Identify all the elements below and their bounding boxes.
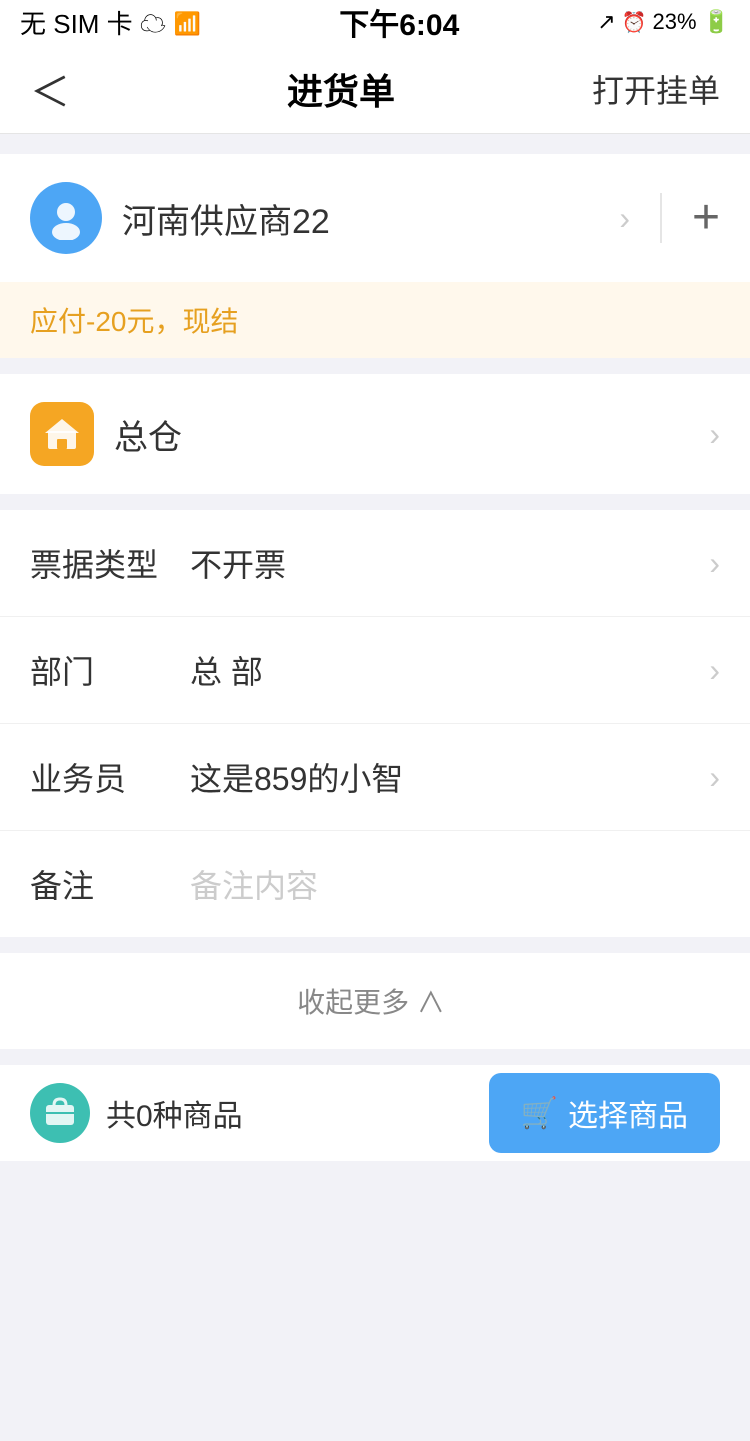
supplier-avatar [30, 182, 102, 254]
form-label-invoice: 票据类型 [30, 540, 170, 586]
status-bar: 无 SIM 卡 ☁ 下午6:04 23% 🔋 [0, 0, 750, 44]
product-icon-bg [30, 1083, 90, 1143]
page-background [0, 1161, 750, 1441]
invoice-chevron-icon: › [709, 545, 720, 582]
battery-label: 23% [653, 9, 697, 35]
section-divider-1 [0, 134, 750, 154]
status-left: 无 SIM 卡 ☁ [20, 4, 201, 41]
alert-banner: 应付-20元，现结 [0, 282, 750, 358]
warehouse-icon [43, 415, 81, 453]
department-chevron-icon: › [709, 652, 720, 689]
bottom-bar: 共0种商品 🛒 选择商品 [0, 1065, 750, 1161]
warehouse-chevron-icon: › [709, 416, 720, 453]
form-value-department: 总 部 [170, 647, 709, 693]
collapse-button[interactable]: 收起更多 ∧ [0, 953, 750, 1049]
location-icon [597, 8, 615, 36]
battery-icon: 🔋 [703, 9, 730, 35]
form-row-salesperson[interactable]: 业务员 这是859的小智 › [0, 724, 750, 831]
page-title: 进货单 [287, 63, 395, 115]
select-product-icon: 🛒 [521, 1096, 558, 1131]
status-right: 23% 🔋 [597, 8, 730, 36]
supplier-row[interactable]: 河南供应商22 › + [0, 154, 750, 282]
nav-bar: ＜ 进货单 打开挂单 [0, 44, 750, 134]
form-label-department: 部门 [30, 647, 170, 693]
supplier-add-button[interactable]: + [692, 194, 720, 242]
form-label-remark: 备注 [30, 861, 170, 907]
form-row-invoice[interactable]: 票据类型 不开票 › [0, 510, 750, 617]
form-value-remark[interactable]: 备注内容 [170, 861, 720, 907]
salesperson-chevron-icon: › [709, 759, 720, 796]
person-icon [44, 196, 88, 240]
collapse-label: 收起更多 ∧ [297, 981, 445, 1021]
back-button[interactable]: ＜ [30, 60, 90, 118]
supplier-section: 河南供应商22 › + 应付-20元，现结 [0, 154, 750, 358]
sim-label: 无 SIM 卡 ☁ [20, 4, 166, 41]
warehouse-icon-bg [30, 402, 94, 466]
supplier-chevron-icon: › [619, 200, 630, 237]
form-value-invoice: 不开票 [170, 540, 709, 586]
product-icon [42, 1095, 78, 1131]
form-row-department[interactable]: 部门 总 部 › [0, 617, 750, 724]
form-label-salesperson: 业务员 [30, 754, 170, 800]
supplier-name: 河南供应商22 [122, 194, 619, 243]
product-count-label: 共0种商品 [106, 1091, 489, 1135]
form-section: 票据类型 不开票 › 部门 总 部 › 业务员 这是859的小智 › 备注 备注… [0, 510, 750, 937]
wifi-icon [174, 7, 201, 38]
select-product-button[interactable]: 🛒 选择商品 [489, 1073, 720, 1153]
alarm-icon [622, 8, 647, 36]
warehouse-section: 总仓 › [0, 374, 750, 494]
warehouse-name: 总仓 [114, 410, 709, 459]
select-product-label: 选择商品 [568, 1091, 688, 1135]
open-pending-button[interactable]: 打开挂单 [592, 66, 720, 112]
form-row-remark[interactable]: 备注 备注内容 [0, 831, 750, 937]
supplier-divider [660, 193, 662, 243]
form-value-salesperson: 这是859的小智 [170, 754, 709, 800]
warehouse-row[interactable]: 总仓 › [0, 374, 750, 494]
status-time: 下午6:04 [339, 0, 459, 44]
